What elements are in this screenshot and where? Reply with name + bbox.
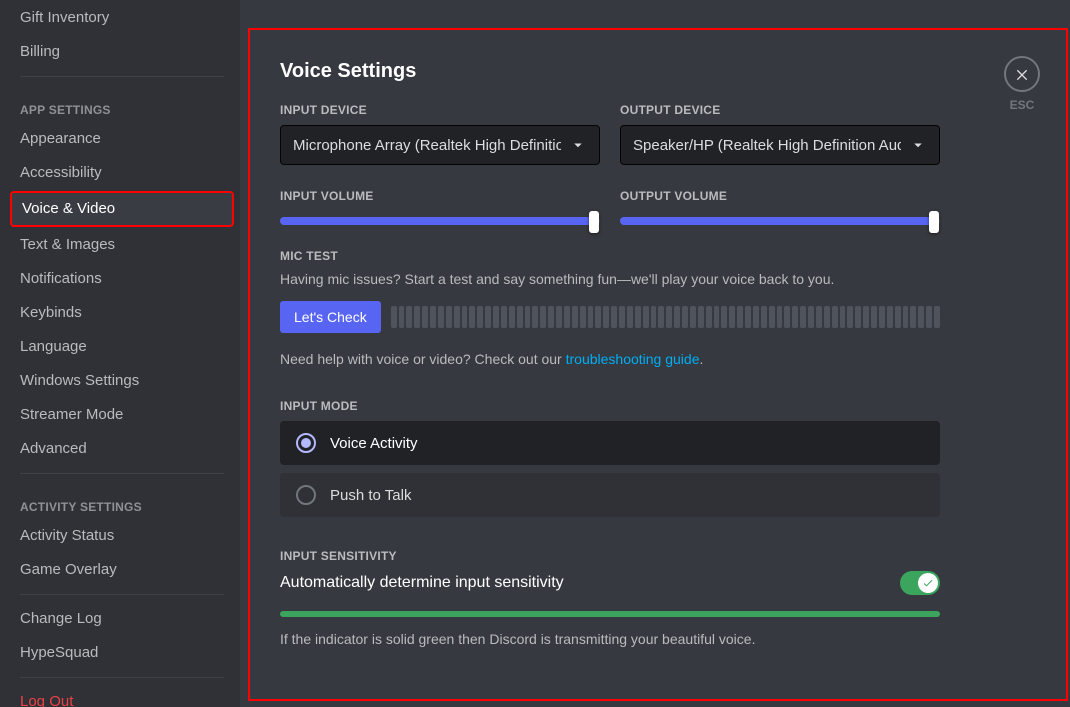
- mic-test-label: MIC TEST: [280, 249, 940, 263]
- sidebar-header-app: APP SETTINGS: [10, 85, 234, 121]
- output-volume-slider[interactable]: [620, 217, 940, 225]
- slider-thumb[interactable]: [589, 211, 599, 233]
- sidebar-item-windows-settings[interactable]: Windows Settings: [10, 365, 234, 397]
- close-icon: [1014, 66, 1030, 82]
- sidebar-item-voice-video[interactable]: Voice & Video: [10, 191, 234, 227]
- settings-main: ESC Voice Settings INPUT DEVICE Micropho…: [240, 0, 1070, 707]
- sidebar-header-activity: ACTIVITY SETTINGS: [10, 482, 234, 518]
- sidebar-item-language[interactable]: Language: [10, 331, 234, 363]
- mic-test-desc: Having mic issues? Start a test and say …: [280, 271, 940, 287]
- sidebar-item-gift-inventory[interactable]: Gift Inventory: [10, 2, 234, 34]
- input-mode-push-to-talk[interactable]: Push to Talk: [280, 473, 940, 517]
- output-device-label: OUTPUT DEVICE: [620, 103, 940, 117]
- auto-sensitivity-label: Automatically determine input sensitivit…: [280, 574, 564, 592]
- close-area: ESC: [1004, 56, 1040, 112]
- sensitivity-bar: [280, 611, 940, 617]
- divider: [20, 76, 224, 77]
- mic-level-meter: [391, 306, 940, 328]
- slider-fill: [280, 217, 594, 225]
- input-mode-label-text: Voice Activity: [330, 435, 418, 452]
- sidebar-item-text-images[interactable]: Text & Images: [10, 229, 234, 261]
- radio-icon: [296, 433, 316, 453]
- input-device-value: Microphone Array (Realtek High Definitio…: [293, 137, 561, 154]
- chevron-down-icon: [569, 136, 587, 154]
- divider: [20, 677, 224, 678]
- help-prefix: Need help with voice or video? Check out…: [280, 351, 566, 367]
- sidebar-item-appearance[interactable]: Appearance: [10, 123, 234, 155]
- help-suffix: .: [700, 351, 704, 367]
- input-mode-label: INPUT MODE: [280, 399, 940, 413]
- input-device-label: INPUT DEVICE: [280, 103, 600, 117]
- input-volume-slider[interactable]: [280, 217, 600, 225]
- output-device-value: Speaker/HP (Realtek High Definition Audi…: [633, 137, 901, 154]
- troubleshooting-link[interactable]: troubleshooting guide: [566, 351, 700, 367]
- divider: [20, 594, 224, 595]
- input-mode-voice-activity[interactable]: Voice Activity: [280, 421, 940, 465]
- esc-label: ESC: [1004, 98, 1040, 112]
- slider-fill: [620, 217, 934, 225]
- output-device-select[interactable]: Speaker/HP (Realtek High Definition Audi…: [620, 125, 940, 165]
- sidebar-item-streamer-mode[interactable]: Streamer Mode: [10, 399, 234, 431]
- sidebar-item-hypesquad[interactable]: HypeSquad: [10, 637, 234, 669]
- settings-sidebar: Gift Inventory Billing APP SETTINGS Appe…: [0, 0, 240, 707]
- sidebar-item-accessibility[interactable]: Accessibility: [10, 157, 234, 189]
- chevron-down-icon: [909, 136, 927, 154]
- sidebar-item-change-log[interactable]: Change Log: [10, 603, 234, 635]
- input-volume-label: INPUT VOLUME: [280, 189, 600, 203]
- toggle-knob: [918, 573, 938, 593]
- divider: [20, 473, 224, 474]
- output-volume-label: OUTPUT VOLUME: [620, 189, 940, 203]
- sidebar-item-game-overlay[interactable]: Game Overlay: [10, 554, 234, 586]
- input-mode-label-text: Push to Talk: [330, 487, 411, 504]
- sidebar-item-activity-status[interactable]: Activity Status: [10, 520, 234, 552]
- lets-check-button[interactable]: Let's Check: [280, 301, 381, 333]
- sidebar-item-keybinds[interactable]: Keybinds: [10, 297, 234, 329]
- sidebar-item-logout[interactable]: Log Out: [10, 686, 234, 707]
- slider-thumb[interactable]: [929, 211, 939, 233]
- sidebar-item-notifications[interactable]: Notifications: [10, 263, 234, 295]
- close-button[interactable]: [1004, 56, 1040, 92]
- auto-sensitivity-toggle[interactable]: [900, 571, 940, 595]
- sidebar-item-billing[interactable]: Billing: [10, 36, 234, 68]
- sidebar-item-advanced[interactable]: Advanced: [10, 433, 234, 465]
- check-icon: [922, 577, 934, 589]
- help-text: Need help with voice or video? Check out…: [280, 351, 940, 367]
- radio-icon: [296, 485, 316, 505]
- sensitivity-note: If the indicator is solid green then Dis…: [280, 631, 940, 647]
- input-sensitivity-label: INPUT SENSITIVITY: [280, 549, 940, 563]
- page-title: Voice Settings: [280, 60, 940, 83]
- input-device-select[interactable]: Microphone Array (Realtek High Definitio…: [280, 125, 600, 165]
